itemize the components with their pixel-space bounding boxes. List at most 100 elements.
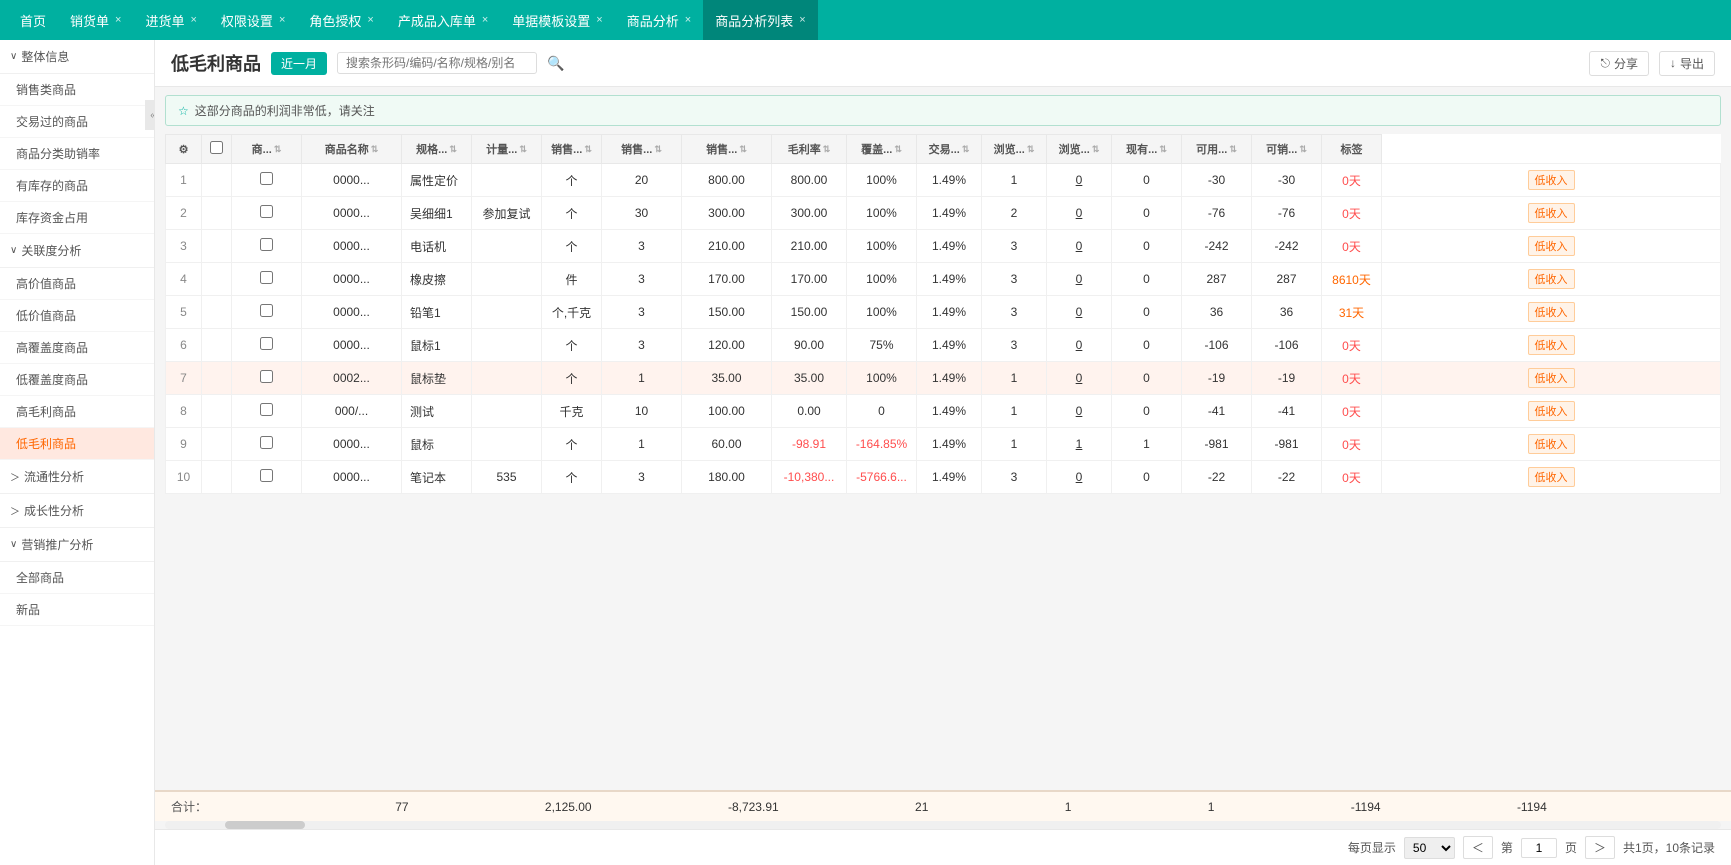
nav-close-icon[interactable]: × — [190, 14, 196, 26]
sidebar-item-sales-products[interactable]: 销售类商品 — [0, 74, 154, 106]
sort-icon[interactable]: ⇅ — [449, 144, 457, 155]
row-view1[interactable]: 0 — [1047, 197, 1112, 230]
sidebar-collapse-btn[interactable]: « — [145, 100, 155, 130]
sort-icon[interactable]: ⇅ — [274, 144, 282, 155]
nav-close-icon[interactable]: × — [596, 14, 602, 26]
row-view1[interactable]: 0 — [1047, 296, 1112, 329]
nav-sales-order[interactable]: 销货单 × — [58, 0, 133, 40]
select-all-checkbox[interactable] — [210, 141, 223, 154]
row-view1[interactable]: 0 — [1047, 395, 1112, 428]
sort-icon[interactable]: ⇅ — [962, 144, 970, 155]
sidebar-group-liquidity-title[interactable]: ＞ 流通性分析 — [0, 460, 154, 494]
nav-close-icon[interactable]: × — [685, 14, 691, 26]
nav-role-auth[interactable]: 角色授权 × — [297, 0, 385, 40]
sidebar-group-growth-title[interactable]: ＞ 成长性分析 — [0, 494, 154, 528]
nav-close-icon[interactable]: × — [482, 14, 488, 26]
sidebar-item-high-coverage[interactable]: 高覆盖度商品 — [0, 332, 154, 364]
sort-icon[interactable]: ⇅ — [739, 144, 747, 155]
row-checkbox[interactable] — [232, 230, 302, 263]
horizontal-scrollbar[interactable] — [165, 821, 1721, 829]
sort-icon[interactable]: ⇅ — [823, 144, 831, 155]
sidebar-group-overview-title[interactable]: ∨ 整体信息 — [0, 40, 154, 74]
row-checkbox[interactable] — [232, 164, 302, 197]
row-checkbox[interactable] — [232, 395, 302, 428]
nav-product-analysis-list[interactable]: 商品分析列表 × — [703, 0, 817, 40]
row-select-checkbox[interactable] — [260, 403, 273, 416]
sidebar-item-new-products[interactable]: 新品 — [0, 594, 154, 626]
col-settings[interactable]: ⚙ — [166, 135, 202, 164]
row-view1[interactable]: 0 — [1047, 329, 1112, 362]
col-spec[interactable]: 规格...⇅ — [402, 135, 472, 164]
col-name[interactable]: 商品名称⇅ — [302, 135, 402, 164]
nav-template-settings[interactable]: 单据模板设置 × — [500, 0, 614, 40]
sidebar-item-stock-capital[interactable]: 库存资金占用 — [0, 202, 154, 234]
row-checkbox[interactable] — [232, 428, 302, 461]
col-available[interactable]: 可用...⇅ — [1182, 135, 1252, 164]
row-checkbox[interactable] — [232, 461, 302, 494]
row-select-checkbox[interactable] — [260, 304, 273, 317]
sort-icon[interactable]: ⇅ — [1299, 144, 1307, 155]
sort-icon[interactable]: ⇅ — [584, 144, 592, 155]
col-sales-qty[interactable]: 销售...⇅ — [542, 135, 602, 164]
sidebar-item-category-rate[interactable]: 商品分类助销率 — [0, 138, 154, 170]
nav-close-icon[interactable]: × — [279, 14, 285, 26]
settings-icon[interactable]: ⚙ — [179, 144, 189, 156]
nav-close-icon[interactable]: × — [115, 14, 121, 26]
nav-purchase-order[interactable]: 进货单 × — [133, 0, 208, 40]
col-sales-profit[interactable]: 销售...⇅ — [682, 135, 772, 164]
sort-icon[interactable]: ⇅ — [894, 144, 902, 155]
col-sales-price[interactable]: 销售...⇅ — [602, 135, 682, 164]
sidebar-item-all-products[interactable]: 全部商品 — [0, 562, 154, 594]
row-view1[interactable]: 0 — [1047, 263, 1112, 296]
row-view1[interactable]: 0 — [1047, 230, 1112, 263]
prev-page-btn[interactable]: ＜ — [1463, 836, 1493, 859]
col-gross-margin[interactable]: 毛利率⇅ — [772, 135, 847, 164]
row-view1[interactable]: 0 — [1047, 164, 1112, 197]
row-select-checkbox[interactable] — [260, 370, 273, 383]
row-view1[interactable]: 0 — [1047, 362, 1112, 395]
sidebar-item-low-value[interactable]: 低价值商品 — [0, 300, 154, 332]
next-page-btn[interactable]: ＞ — [1585, 836, 1615, 859]
col-coverage[interactable]: 覆盖...⇅ — [847, 135, 917, 164]
sort-icon[interactable]: ⇅ — [1092, 144, 1100, 155]
sidebar-item-traded-products[interactable]: 交易过的商品 — [0, 106, 154, 138]
row-checkbox[interactable] — [232, 329, 302, 362]
nav-product-analysis[interactable]: 商品分析 × — [615, 0, 703, 40]
sidebar-item-high-value[interactable]: 高价值商品 — [0, 268, 154, 300]
nav-permissions[interactable]: 权限设置 × — [209, 0, 297, 40]
row-select-checkbox[interactable] — [260, 172, 273, 185]
col-checkbox[interactable] — [202, 135, 232, 164]
row-checkbox[interactable] — [232, 296, 302, 329]
sort-icon[interactable]: ⇅ — [371, 144, 379, 155]
sidebar-item-low-margin[interactable]: 低毛利商品 — [0, 428, 154, 460]
export-btn[interactable]: ↓ 导出 — [1659, 51, 1715, 76]
row-checkbox[interactable] — [232, 263, 302, 296]
sort-icon[interactable]: ⇅ — [654, 144, 662, 155]
row-checkbox[interactable] — [232, 197, 302, 230]
col-tag[interactable]: 标签 — [1322, 135, 1382, 164]
row-view1[interactable]: 1 — [1047, 428, 1112, 461]
sidebar-item-high-margin[interactable]: 高毛利商品 — [0, 396, 154, 428]
sidebar-item-stock-products[interactable]: 有库存的商品 — [0, 170, 154, 202]
page-number-input[interactable] — [1521, 838, 1557, 858]
col-view2[interactable]: 浏览...⇅ — [1047, 135, 1112, 164]
nav-close-icon[interactable]: × — [799, 14, 805, 26]
row-select-checkbox[interactable] — [260, 205, 273, 218]
row-select-checkbox[interactable] — [260, 337, 273, 350]
sidebar-item-low-coverage[interactable]: 低覆盖度商品 — [0, 364, 154, 396]
page-size-select[interactable]: 50 100 200 — [1404, 837, 1455, 859]
col-unit[interactable]: 计量...⇅ — [472, 135, 542, 164]
sidebar-group-marketing-title[interactable]: ∨ 营销推广分析 — [0, 528, 154, 562]
share-btn[interactable]: ⎋ 分享 — [1589, 51, 1649, 76]
row-select-checkbox[interactable] — [260, 436, 273, 449]
scrollbar-thumb[interactable] — [225, 821, 305, 829]
col-current-stock[interactable]: 现有...⇅ — [1112, 135, 1182, 164]
row-select-checkbox[interactable] — [260, 238, 273, 251]
col-sellable[interactable]: 可销...⇅ — [1252, 135, 1322, 164]
row-select-checkbox[interactable] — [260, 469, 273, 482]
nav-close-icon[interactable]: × — [367, 14, 373, 26]
row-checkbox[interactable] — [232, 362, 302, 395]
search-icon[interactable]: 🔍 — [547, 55, 564, 72]
sort-icon[interactable]: ⇅ — [519, 144, 527, 155]
col-transactions[interactable]: 交易...⇅ — [917, 135, 982, 164]
